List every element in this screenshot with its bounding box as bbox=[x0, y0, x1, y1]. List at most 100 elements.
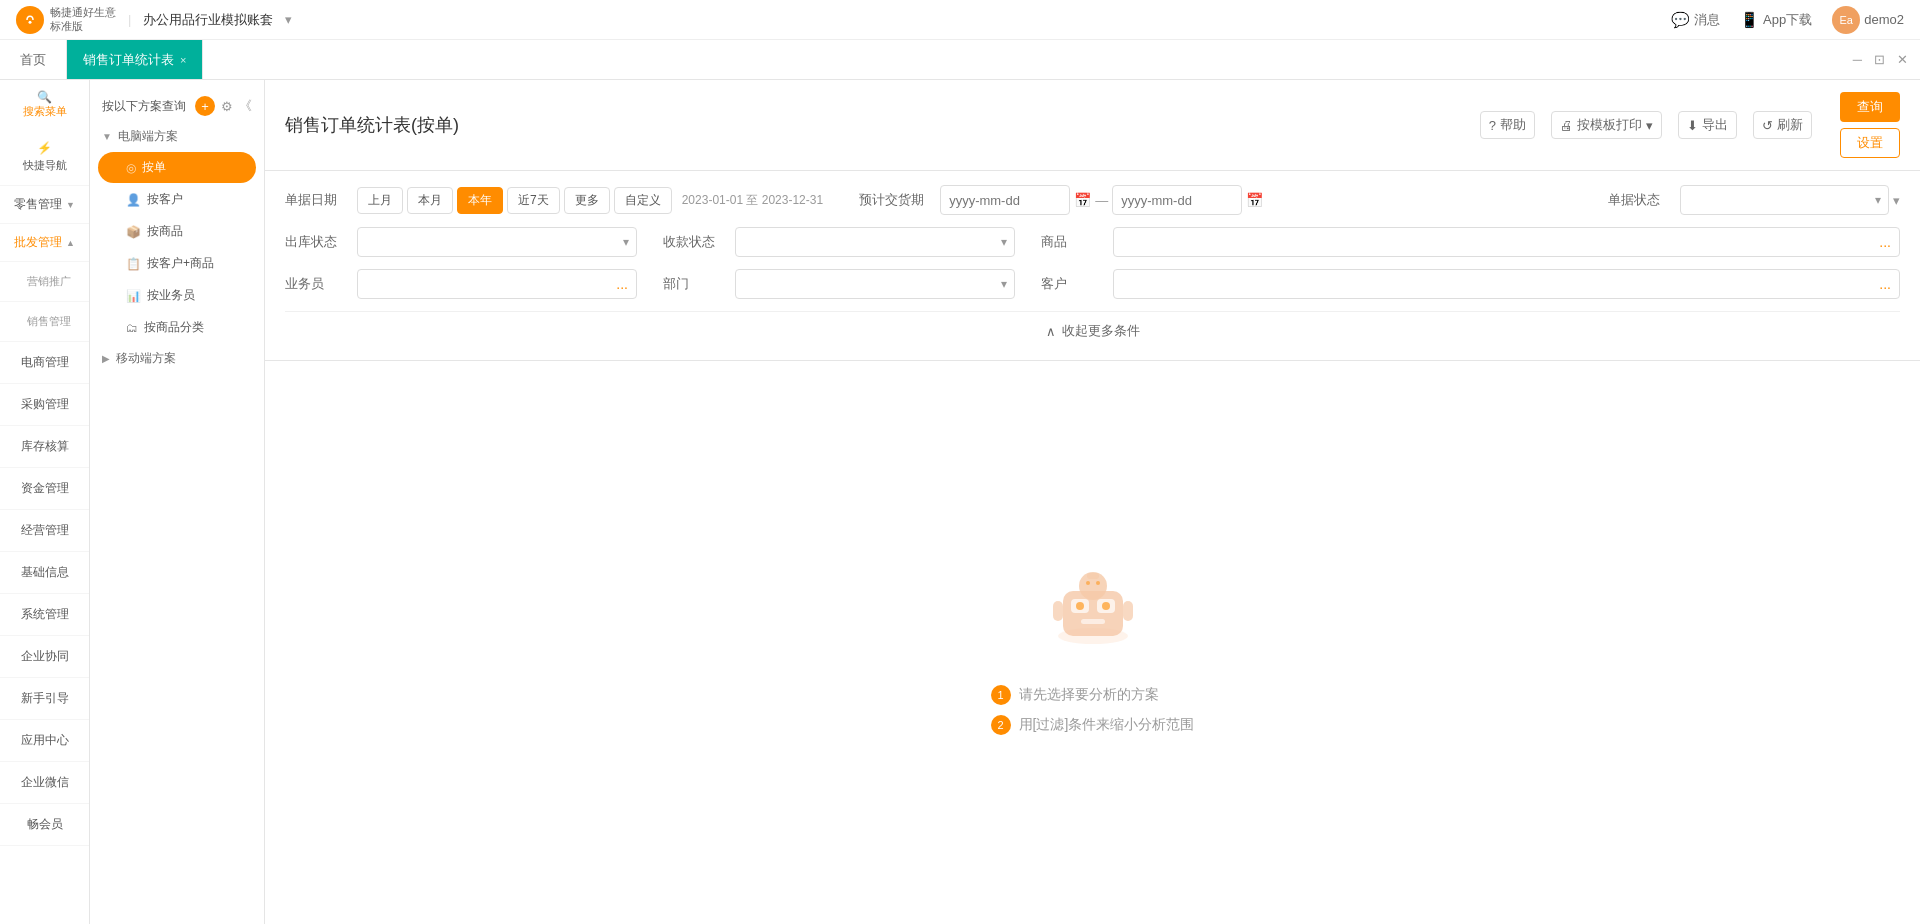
scheme-item-icon-cust-prod: 📋 bbox=[126, 257, 141, 271]
payment-status-label: 收款状态 bbox=[663, 233, 719, 251]
filter-area: 单据日期 上月 本月 本年 近7天 更多 自定义 2023-01-01 至 20… bbox=[265, 171, 1920, 361]
sidebar-item-sales[interactable]: 销售管理 bbox=[0, 302, 89, 342]
tab-bar-right: ─ ⊡ ✕ bbox=[1853, 40, 1920, 79]
payment-status-select[interactable] bbox=[735, 227, 1015, 257]
salesperson-label: 业务员 bbox=[285, 275, 341, 293]
delivery-date-start[interactable] bbox=[940, 185, 1070, 215]
sidebar-item-newbie[interactable]: 新手引导 bbox=[0, 678, 89, 720]
sidebar-item-apps[interactable]: 应用中心 bbox=[0, 720, 89, 762]
customer-dots-btn[interactable]: ... bbox=[1879, 276, 1891, 292]
scheme-panel-header: 按以下方案查询 + ⚙ 《 bbox=[90, 90, 264, 122]
svg-point-13 bbox=[1086, 581, 1090, 585]
sidebar-item-ecommerce[interactable]: 电商管理 bbox=[0, 342, 89, 384]
page-actions: ? 帮助 🖨 按模板打印 ▾ ⬇ 导出 ↺ 刷新 bbox=[1480, 92, 1900, 158]
date-buttons-group: 上月 本月 本年 近7天 更多 自定义 2023-01-01 至 2023-12… bbox=[357, 187, 823, 214]
template-print-btn[interactable]: 🖨 按模板打印 ▾ bbox=[1551, 111, 1662, 139]
salesperson-dots-btn[interactable]: ... bbox=[616, 276, 628, 292]
logo-text: 畅捷通好生意 标准版 bbox=[50, 6, 116, 32]
sidebar-item-member[interactable]: 畅会员 bbox=[0, 804, 89, 846]
help-btn[interactable]: ? 帮助 bbox=[1480, 111, 1535, 139]
delivery-date-end[interactable] bbox=[1112, 185, 1242, 215]
sidebar-item-nav[interactable]: ⚡ 快捷导航 bbox=[0, 129, 89, 186]
scheme-item-by-order[interactable]: ◎ 按单 bbox=[98, 152, 256, 183]
app-title-dropdown-icon[interactable]: ▾ bbox=[285, 12, 292, 27]
svg-point-1 bbox=[29, 20, 32, 23]
top-header: 畅捷通好生意 标准版 | 办公用品行业模拟账套 ▾ 💬 消息 📱 App下载 E… bbox=[0, 0, 1920, 40]
sidebar-item-enterprise[interactable]: 企业协同 bbox=[0, 636, 89, 678]
payment-status-group bbox=[735, 227, 1015, 257]
calendar-icon-start[interactable]: 📅 bbox=[1074, 192, 1091, 208]
query-settings-group: 查询 设置 bbox=[1840, 92, 1900, 158]
scheme-category-mobile[interactable]: ▶ 移动端方案 bbox=[90, 344, 264, 373]
window-close-icon[interactable]: ✕ bbox=[1897, 52, 1908, 67]
expected-delivery-group: 📅 — 📅 bbox=[940, 185, 1582, 215]
app-download-btn[interactable]: 📱 App下载 bbox=[1740, 11, 1812, 29]
print-dropdown-icon: ▾ bbox=[1646, 118, 1653, 133]
date-btn-more[interactable]: 更多 bbox=[564, 187, 610, 214]
date-btn-prev-month[interactable]: 上月 bbox=[357, 187, 403, 214]
bill-status-label: 单据状态 bbox=[1608, 191, 1664, 209]
scheme-item-icon-order: ◎ bbox=[126, 161, 136, 175]
department-select[interactable] bbox=[735, 269, 1015, 299]
sidebar-item-wechat[interactable]: 企业微信 bbox=[0, 762, 89, 804]
export-btn[interactable]: ⬇ 导出 bbox=[1678, 111, 1737, 139]
user-menu[interactable]: Ea demo2 bbox=[1832, 6, 1904, 34]
tab-close-icon[interactable]: × bbox=[180, 54, 186, 66]
empty-hints: 1 请先选择要分析的方案 2 用[过滤]条件来缩小分析范围 bbox=[991, 685, 1195, 745]
salesperson-input-group: ... bbox=[357, 269, 637, 299]
scheme-settings-icon[interactable]: ⚙ bbox=[221, 99, 233, 114]
date-btn-last7[interactable]: 近7天 bbox=[507, 187, 560, 214]
date-btn-this-year[interactable]: 本年 bbox=[457, 187, 503, 214]
product-input-group: ... bbox=[1113, 227, 1900, 257]
delivery-status-select[interactable] bbox=[357, 227, 637, 257]
sidebar-item-purchase[interactable]: 采购管理 bbox=[0, 384, 89, 426]
scheme-item-icon-salesperson: 📊 bbox=[126, 289, 141, 303]
message-btn[interactable]: 💬 消息 bbox=[1671, 11, 1720, 29]
scheme-category-desktop[interactable]: ▼ 电脑端方案 bbox=[90, 122, 264, 151]
filter-table-area: 销售订单统计表(按单) ? 帮助 🖨 按模板打印 ▾ ⬇ 导出 bbox=[265, 80, 1920, 924]
date-range-text: 2023-01-01 至 2023-12-31 bbox=[682, 192, 823, 209]
refresh-btn[interactable]: ↺ 刷新 bbox=[1753, 111, 1812, 139]
query-btn[interactable]: 查询 bbox=[1840, 92, 1900, 122]
hint-num-2: 2 bbox=[991, 715, 1011, 735]
date-btn-custom[interactable]: 自定义 bbox=[614, 187, 672, 214]
tab-home[interactable]: 首页 bbox=[0, 40, 67, 79]
sidebar-item-retail[interactable]: 零售管理 bbox=[0, 186, 89, 224]
collapse-btn[interactable]: ∧ 收起更多条件 bbox=[285, 311, 1900, 350]
nav-icon: ⚡ bbox=[37, 141, 52, 155]
hint-num-1: 1 bbox=[991, 685, 1011, 705]
maximize-icon[interactable]: ⊡ bbox=[1874, 52, 1885, 67]
product-dots-btn[interactable]: ... bbox=[1879, 234, 1891, 250]
calendar-icon-end[interactable]: 📅 bbox=[1246, 192, 1263, 208]
sidebar-item-operations[interactable]: 经营管理 bbox=[0, 510, 89, 552]
sidebar-item-marketing[interactable]: 营销推广 bbox=[0, 262, 89, 302]
sidebar-item-system[interactable]: 系统管理 bbox=[0, 594, 89, 636]
date-btn-this-month[interactable]: 本月 bbox=[407, 187, 453, 214]
filter-row-3: 业务员 ... 部门 客户 ... bbox=[285, 269, 1900, 299]
settings-btn[interactable]: 设置 bbox=[1840, 128, 1900, 158]
page-title-bar: 销售订单统计表(按单) ? 帮助 🖨 按模板打印 ▾ ⬇ 导出 bbox=[265, 80, 1920, 171]
scheme-item-icon-customer: 👤 bbox=[126, 193, 141, 207]
scheme-item-by-cust-prod[interactable]: 📋 按客户+商品 bbox=[98, 248, 256, 279]
scheme-item-by-salesperson[interactable]: 📊 按业务员 bbox=[98, 280, 256, 311]
filter-row-1: 单据日期 上月 本月 本年 近7天 更多 自定义 2023-01-01 至 20… bbox=[285, 185, 1900, 215]
sidebar-search[interactable]: 🔍 搜索菜单 bbox=[0, 80, 89, 129]
main-layout: 🔍 搜索菜单 ⚡ 快捷导航 零售管理 批发管理 营销推广 销售管理 电商管理 采… bbox=[0, 80, 1920, 924]
sidebar-item-inventory[interactable]: 库存核算 bbox=[0, 426, 89, 468]
tab-sales-order-stats[interactable]: 销售订单统计表 × bbox=[67, 40, 203, 79]
sidebar-item-finance[interactable]: 资金管理 bbox=[0, 468, 89, 510]
expected-delivery-label: 预计交货期 bbox=[859, 191, 924, 209]
scheme-item-by-product[interactable]: 📦 按商品 bbox=[98, 216, 256, 247]
scheme-collapse-icon[interactable]: 《 bbox=[239, 97, 252, 115]
svg-rect-12 bbox=[1087, 573, 1099, 579]
minimize-icon[interactable]: ─ bbox=[1853, 52, 1862, 67]
bill-status-select[interactable] bbox=[1680, 185, 1889, 215]
scheme-item-by-category[interactable]: 🗂 按商品分类 bbox=[98, 312, 256, 343]
scheme-item-by-customer[interactable]: 👤 按客户 bbox=[98, 184, 256, 215]
page-title: 销售订单统计表(按单) bbox=[285, 113, 459, 137]
scheme-add-btn[interactable]: + bbox=[195, 96, 215, 116]
print-icon: 🖨 bbox=[1560, 118, 1573, 133]
divider: | bbox=[128, 12, 131, 27]
sidebar-item-wholesale[interactable]: 批发管理 bbox=[0, 224, 89, 262]
sidebar-item-basic[interactable]: 基础信息 bbox=[0, 552, 89, 594]
